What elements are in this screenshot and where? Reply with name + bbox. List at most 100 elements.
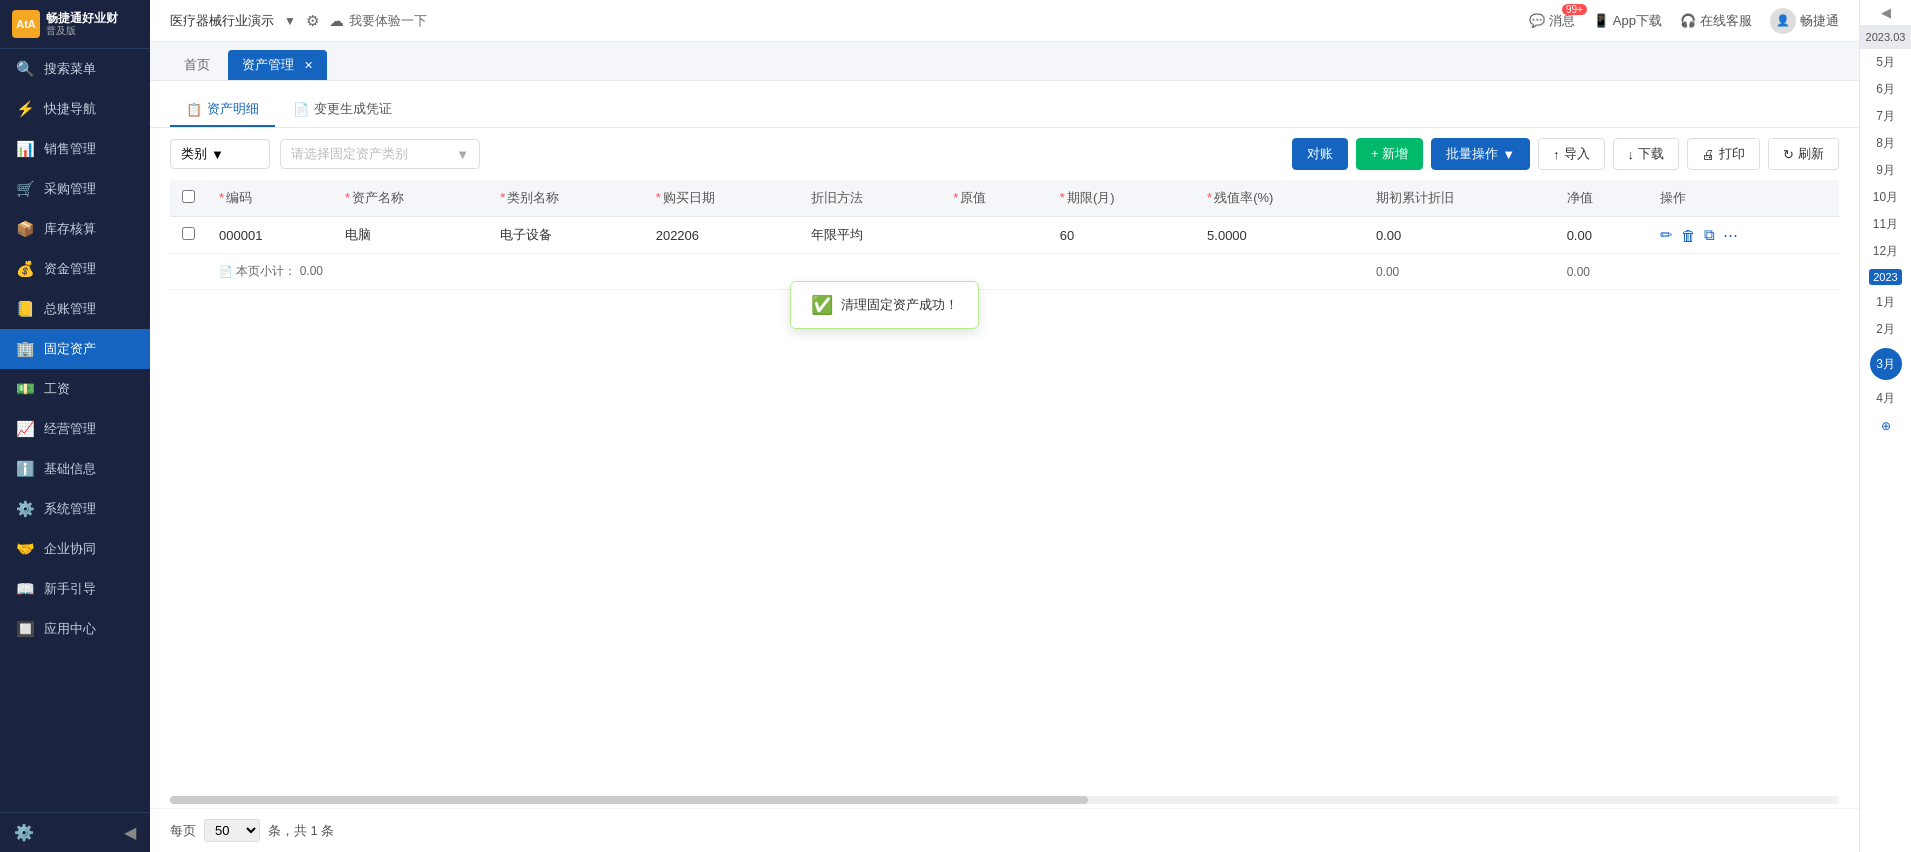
- cal-month-12[interactable]: 12月: [1860, 238, 1911, 265]
- category-filter[interactable]: 类别 ▼: [170, 139, 270, 169]
- cal-month-6[interactable]: 6月: [1860, 76, 1911, 103]
- sidebar-item-enterprise[interactable]: 🤝 企业协同: [0, 529, 150, 569]
- company-dropdown-icon[interactable]: ▼: [284, 14, 296, 28]
- cal-month-3-current[interactable]: 3月: [1870, 348, 1902, 380]
- print-button[interactable]: 🖨 打印: [1687, 138, 1760, 170]
- tab-asset-management[interactable]: 资产管理 ✕: [228, 50, 327, 80]
- sidebar-item-guide[interactable]: 📖 新手引导: [0, 569, 150, 609]
- horizontal-scrollbar[interactable]: [170, 796, 1839, 804]
- batch-dropdown-icon: ▼: [1502, 147, 1515, 162]
- topbar-left: 医疗器械行业演示 ▼ ⚙ ☁ 我要体验一下: [170, 12, 427, 30]
- refresh-button[interactable]: ↻ 刷新: [1768, 138, 1839, 170]
- copy-icon[interactable]: ⧉: [1704, 226, 1715, 244]
- import-button[interactable]: ↑ 导入: [1538, 138, 1605, 170]
- sidebar-item-basic-info[interactable]: ℹ️ 基础信息: [0, 449, 150, 489]
- sidebar-item-purchase[interactable]: 🛒 采购管理: [0, 169, 150, 209]
- inventory-icon: 📦: [16, 220, 34, 238]
- download-button[interactable]: ↓ 下载: [1613, 138, 1680, 170]
- sidebar-item-label: 采购管理: [44, 180, 96, 198]
- subtotal-dep: 0.00: [1364, 254, 1555, 290]
- header-depreciation: 折旧方法: [799, 180, 941, 217]
- sidebar-item-funds[interactable]: 💰 资金管理: [0, 249, 150, 289]
- sidebar-item-inventory[interactable]: 📦 库存核算: [0, 209, 150, 249]
- more-icon[interactable]: ⋯: [1723, 226, 1738, 244]
- subtotal-empty: [170, 254, 207, 290]
- sidebar-item-system[interactable]: ⚙️ 系统管理: [0, 489, 150, 529]
- print-icon: 🖨: [1702, 147, 1715, 162]
- duizhang-button[interactable]: 对账: [1292, 138, 1348, 170]
- calendar-toggle-btn[interactable]: ◀: [1860, 0, 1911, 25]
- cell-depreciation: 年限平均: [799, 217, 941, 254]
- subtab-change-voucher[interactable]: 📄 变更生成凭证: [277, 93, 408, 127]
- sidebar-item-search[interactable]: 🔍 搜索菜单: [0, 49, 150, 89]
- sidebar-item-app-center[interactable]: 🔲 应用中心: [0, 609, 150, 649]
- sidebar-item-label: 快捷导航: [44, 100, 96, 118]
- ledger-icon: 📒: [16, 300, 34, 318]
- guide-icon: 📖: [16, 580, 34, 598]
- table-wrap: *编码 *资产名称 *类别名称 *购买日期 折旧方法 *原值 *期限(月) *残…: [150, 180, 1859, 796]
- subtotal-action-empty: [1648, 254, 1839, 290]
- sidebar-item-label: 企业协同: [44, 540, 96, 558]
- user-area[interactable]: 👤 畅捷通: [1770, 8, 1839, 34]
- per-page-select[interactable]: 50 100: [204, 819, 260, 842]
- row-checkbox[interactable]: [182, 227, 195, 240]
- cell-purchase-date: 202206: [644, 217, 799, 254]
- header-actions: 操作: [1648, 180, 1839, 217]
- sidebar-item-quick-nav[interactable]: ⚡ 快捷导航: [0, 89, 150, 129]
- settings-icon[interactable]: ⚙️: [14, 823, 34, 842]
- pagination-total: 条，共 1 条: [268, 822, 334, 840]
- sidebar-item-operations[interactable]: 📈 经营管理: [0, 409, 150, 449]
- message-btn[interactable]: 💬 消息 99+: [1529, 12, 1575, 30]
- batch-button[interactable]: 批量操作 ▼: [1431, 138, 1530, 170]
- header-name: *资产名称: [333, 180, 488, 217]
- toolbar-right: 对账 + 新增 批量操作 ▼ ↑ 导入 ↓ 下载 🖨: [1292, 138, 1839, 170]
- delete-icon[interactable]: 🗑: [1681, 227, 1696, 244]
- subtab-detail-label: 资产明细: [207, 100, 259, 118]
- cal-month-10[interactable]: 10月: [1860, 184, 1911, 211]
- cal-expand-icon[interactable]: ⊕: [1881, 419, 1891, 433]
- cal-month-5[interactable]: 5月: [1860, 49, 1911, 76]
- tab-home[interactable]: 首页: [170, 50, 224, 80]
- sidebar-scroll: 🔍 搜索菜单 ⚡ 快捷导航 📊 销售管理 🛒 采购管理 📦 库存核算 💰 资金管…: [0, 49, 150, 812]
- fixed-assets-icon: 🏢: [16, 340, 34, 358]
- edit-icon[interactable]: ✏: [1660, 226, 1673, 244]
- cal-month-9[interactable]: 9月: [1860, 157, 1911, 184]
- cal-month-8[interactable]: 8月: [1860, 130, 1911, 157]
- cal-month-7[interactable]: 7月: [1860, 103, 1911, 130]
- select-all-checkbox[interactable]: [182, 190, 195, 203]
- scrollbar-thumb: [170, 796, 1088, 804]
- experience-label: 我要体验一下: [349, 12, 427, 30]
- sidebar-item-ledger[interactable]: 📒 总账管理: [0, 289, 150, 329]
- gear-icon[interactable]: ⚙: [306, 12, 319, 30]
- online-service-btn[interactable]: 🎧 在线客服: [1680, 12, 1752, 30]
- funds-icon: 💰: [16, 260, 34, 278]
- subtab-asset-detail[interactable]: 📋 资产明细: [170, 93, 275, 127]
- toolbar: 类别 ▼ 请选择固定资产类别 ▼ 对账 + 新增 批量操作 ▼: [150, 128, 1859, 180]
- download-btn-icon: ↓: [1628, 147, 1635, 162]
- cal-month-1[interactable]: 1月: [1860, 289, 1911, 316]
- tab-close-icon[interactable]: ✕: [304, 59, 313, 71]
- avatar: 👤: [1770, 8, 1796, 34]
- duizhang-label: 对账: [1307, 145, 1333, 163]
- cal-month-2[interactable]: 2月: [1860, 316, 1911, 343]
- experience-btn[interactable]: ☁ 我要体验一下: [329, 12, 427, 30]
- sidebar-item-payroll[interactable]: 💵 工资: [0, 369, 150, 409]
- collapse-icon[interactable]: ◀: [124, 823, 136, 842]
- app-download-btn[interactable]: 📱 App下载: [1593, 12, 1662, 30]
- action-buttons: ✏ 🗑 ⧉ ⋯: [1660, 226, 1827, 244]
- new-label: + 新增: [1371, 145, 1408, 163]
- filter-label: 类别: [181, 145, 207, 163]
- row-checkbox-cell: [170, 217, 207, 254]
- sidebar-item-label: 系统管理: [44, 500, 96, 518]
- sidebar-item-fixed-assets[interactable]: 🏢 固定资产: [0, 329, 150, 369]
- refresh-icon: ↻: [1783, 147, 1794, 162]
- sidebar-item-sales[interactable]: 📊 销售管理: [0, 129, 150, 169]
- calendar-header: 2023.03: [1860, 25, 1911, 49]
- header-period: *期限(月): [1048, 180, 1195, 217]
- new-button[interactable]: + 新增: [1356, 138, 1423, 170]
- cal-month-4[interactable]: 4月: [1860, 385, 1911, 412]
- cal-month-11[interactable]: 11月: [1860, 211, 1911, 238]
- category-input[interactable]: 请选择固定资产类别 ▼: [280, 139, 480, 169]
- logo-text: 畅捷通好业财 普及版: [46, 11, 118, 37]
- app-download-label: App下载: [1613, 12, 1662, 30]
